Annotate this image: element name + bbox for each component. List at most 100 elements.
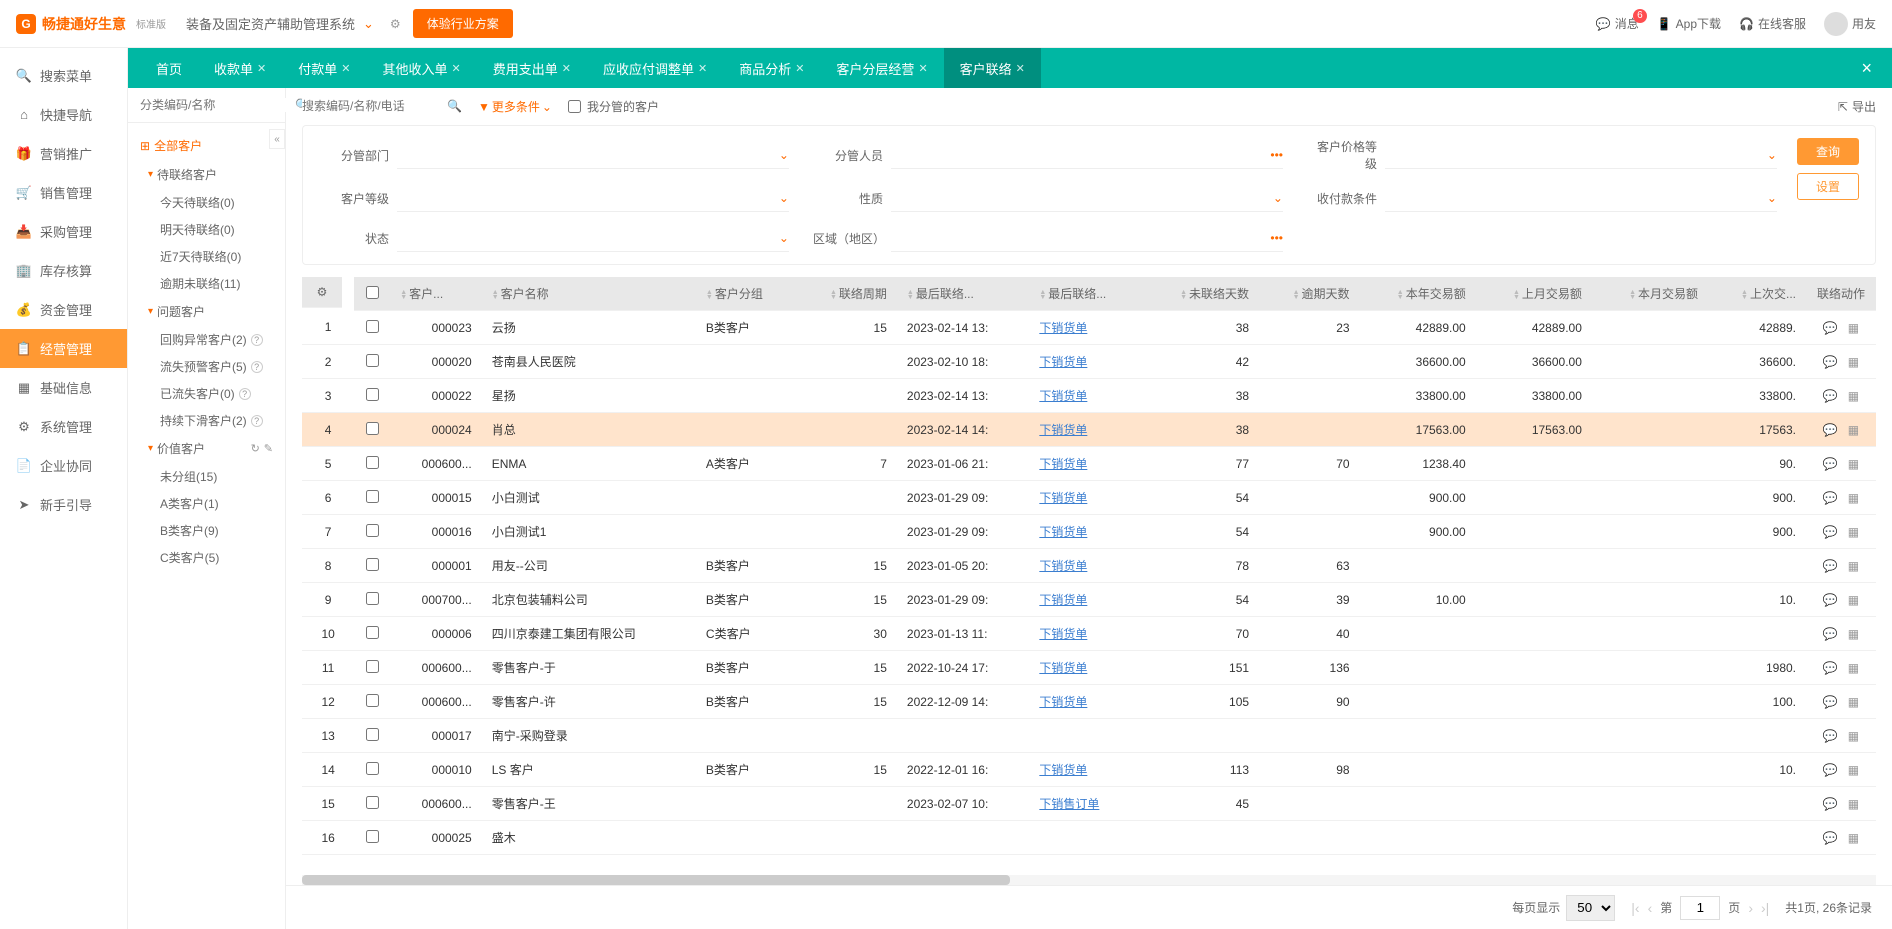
- row-checkbox[interactable]: [366, 762, 379, 775]
- chat-icon[interactable]: 💬: [1823, 695, 1838, 709]
- tree-group[interactable]: ▾问题客户: [128, 297, 285, 326]
- help-icon[interactable]: ?: [251, 361, 263, 373]
- chat-icon[interactable]: 💬: [1823, 423, 1838, 437]
- nav-item-guide[interactable]: ➤新手引导: [0, 485, 127, 524]
- close-icon[interactable]: ✕: [1016, 62, 1025, 75]
- search-icon[interactable]: 🔍: [447, 99, 462, 113]
- tree-leaf[interactable]: 持续下滑客户(2)?: [128, 407, 285, 434]
- close-icon[interactable]: ✕: [918, 62, 927, 75]
- table-header-cell[interactable]: 联络动作: [1806, 277, 1876, 311]
- filter-input[interactable]: •••: [891, 141, 1283, 169]
- filter-input[interactable]: ⌄: [1385, 141, 1777, 169]
- table-row[interactable]: 6 000015 小白测试 2023-01-29 09: 下销货单 54 900…: [302, 481, 1876, 515]
- row-checkbox[interactable]: [366, 728, 379, 741]
- select-all-checkbox[interactable]: [366, 286, 379, 299]
- doc-link[interactable]: 下销货单: [1039, 525, 1087, 539]
- gear-icon[interactable]: ⚙: [317, 285, 328, 299]
- table-header-cell[interactable]: ▲▼上月交易额: [1476, 277, 1592, 311]
- doc-link[interactable]: 下销货单: [1039, 457, 1087, 471]
- chat-icon[interactable]: 💬: [1823, 525, 1838, 539]
- settings-button[interactable]: 设置: [1797, 173, 1859, 200]
- close-icon[interactable]: ✕: [452, 62, 461, 75]
- table-header-cell[interactable]: ▲▼最后联络...: [897, 277, 1029, 311]
- table-row[interactable]: 8 000001 用友--公司 B类客户 15 2023-01-05 20: 下…: [302, 549, 1876, 583]
- tree-leaf[interactable]: 逾期未联络(11): [128, 270, 285, 297]
- row-checkbox[interactable]: [366, 592, 379, 605]
- close-all-tabs-button[interactable]: ×: [1853, 58, 1880, 79]
- table-row[interactable]: 4 000024 肖总 2023-02-14 14: 下销货单 38 17563…: [302, 413, 1876, 447]
- nav-item-mgmt[interactable]: 📋经营管理: [0, 329, 127, 368]
- table-header-cell[interactable]: ▲▼客户...: [390, 277, 481, 311]
- filter-input[interactable]: •••: [891, 224, 1283, 252]
- tab[interactable]: 客户联络✕: [944, 48, 1041, 88]
- more-conditions-toggle[interactable]: ▼ 更多条件 ⌄: [478, 98, 552, 115]
- filter-input[interactable]: ⌄: [891, 184, 1283, 212]
- doc-link[interactable]: 下销货单: [1039, 423, 1087, 437]
- table-row[interactable]: 13 000017 南宁-采购登录 💬▦: [302, 719, 1876, 753]
- row-checkbox[interactable]: [366, 456, 379, 469]
- nav-item-base[interactable]: ▦基础信息: [0, 368, 127, 407]
- sort-icon[interactable]: ▲▼: [1741, 290, 1748, 300]
- my-customers-checkbox[interactable]: 我分管的客户: [568, 98, 659, 115]
- sort-icon[interactable]: ▲▼: [830, 290, 837, 300]
- tab[interactable]: 其他收入单✕: [366, 48, 476, 88]
- tree-leaf[interactable]: 流失预警客户(5)?: [128, 353, 285, 380]
- table-header-cell[interactable]: [354, 277, 390, 311]
- row-checkbox[interactable]: [366, 796, 379, 809]
- tab[interactable]: 首页: [140, 48, 198, 88]
- chat-icon[interactable]: 💬: [1823, 763, 1838, 777]
- horizontal-scrollbar[interactable]: [302, 875, 1876, 885]
- refresh-icon[interactable]: ↻: [251, 442, 260, 455]
- nav-item-stock[interactable]: 🏢库存核算: [0, 251, 127, 290]
- table-header-cell[interactable]: ▲▼客户分组: [696, 277, 797, 311]
- row-checkbox[interactable]: [366, 422, 379, 435]
- qr-icon[interactable]: ▦: [1848, 593, 1859, 607]
- collapse-panel-button[interactable]: «: [269, 129, 285, 149]
- chat-icon[interactable]: 💬: [1823, 355, 1838, 369]
- qr-icon[interactable]: ▦: [1848, 763, 1859, 777]
- row-checkbox[interactable]: [366, 830, 379, 843]
- nav-item-fund[interactable]: 💰资金管理: [0, 290, 127, 329]
- table-header-cell[interactable]: ▲▼本年交易额: [1360, 277, 1476, 311]
- tree-leaf[interactable]: B类客户(9): [128, 517, 285, 544]
- qr-icon[interactable]: ▦: [1848, 389, 1859, 403]
- qr-icon[interactable]: ▦: [1848, 797, 1859, 811]
- chat-icon[interactable]: 💬: [1823, 457, 1838, 471]
- settings-gear-icon[interactable]: ⚙: [390, 17, 401, 31]
- tree-leaf[interactable]: C类客户(5): [128, 544, 285, 571]
- chat-icon[interactable]: 💬: [1823, 627, 1838, 641]
- row-checkbox[interactable]: [366, 660, 379, 673]
- row-checkbox[interactable]: [366, 490, 379, 503]
- user-menu[interactable]: 用友: [1824, 12, 1876, 36]
- close-icon[interactable]: ✕: [698, 62, 707, 75]
- tree-leaf[interactable]: 今天待联络(0): [128, 189, 285, 216]
- qr-icon[interactable]: ▦: [1848, 321, 1859, 335]
- chat-icon[interactable]: 💬: [1823, 321, 1838, 335]
- doc-link[interactable]: 下销货单: [1039, 389, 1087, 403]
- tab[interactable]: 收款单✕: [198, 48, 282, 88]
- table-header-cell[interactable]: ▲▼客户名称: [482, 277, 696, 311]
- sort-icon[interactable]: ▲▼: [1397, 290, 1404, 300]
- chat-icon[interactable]: 💬: [1823, 831, 1838, 845]
- sort-icon[interactable]: ▲▼: [1629, 290, 1636, 300]
- table-row[interactable]: 14 000010 LS 客户 B类客户 15 2022-12-01 16: 下…: [302, 753, 1876, 787]
- tree-leaf[interactable]: 回购异常客户(2)?: [128, 326, 285, 353]
- nav-item-corp[interactable]: 📄企业协同: [0, 446, 127, 485]
- doc-link[interactable]: 下销货单: [1039, 559, 1087, 573]
- main-search-input[interactable]: [302, 99, 447, 113]
- last-page-button[interactable]: ›|: [1761, 900, 1769, 916]
- doc-link[interactable]: 下销货单: [1039, 593, 1087, 607]
- table-row[interactable]: 1 000023 云扬 B类客户 15 2023-02-14 13: 下销货单 …: [302, 311, 1876, 345]
- qr-icon[interactable]: ▦: [1848, 355, 1859, 369]
- tab[interactable]: 客户分层经营✕: [820, 48, 943, 88]
- doc-link[interactable]: 下销货单: [1039, 763, 1087, 777]
- edit-icon[interactable]: ✎: [264, 442, 273, 455]
- tree-leaf[interactable]: 未分组(15): [128, 463, 285, 490]
- chat-icon[interactable]: 💬: [1823, 593, 1838, 607]
- table-row[interactable]: 15 000600... 零售客户-王 2023-02-07 10: 下销售订单…: [302, 787, 1876, 821]
- chat-icon[interactable]: 💬: [1823, 389, 1838, 403]
- row-checkbox[interactable]: [366, 524, 379, 537]
- sort-icon[interactable]: ▲▼: [1039, 290, 1046, 300]
- export-button[interactable]: ⇱ 导出: [1838, 98, 1876, 115]
- chat-icon[interactable]: 💬: [1823, 491, 1838, 505]
